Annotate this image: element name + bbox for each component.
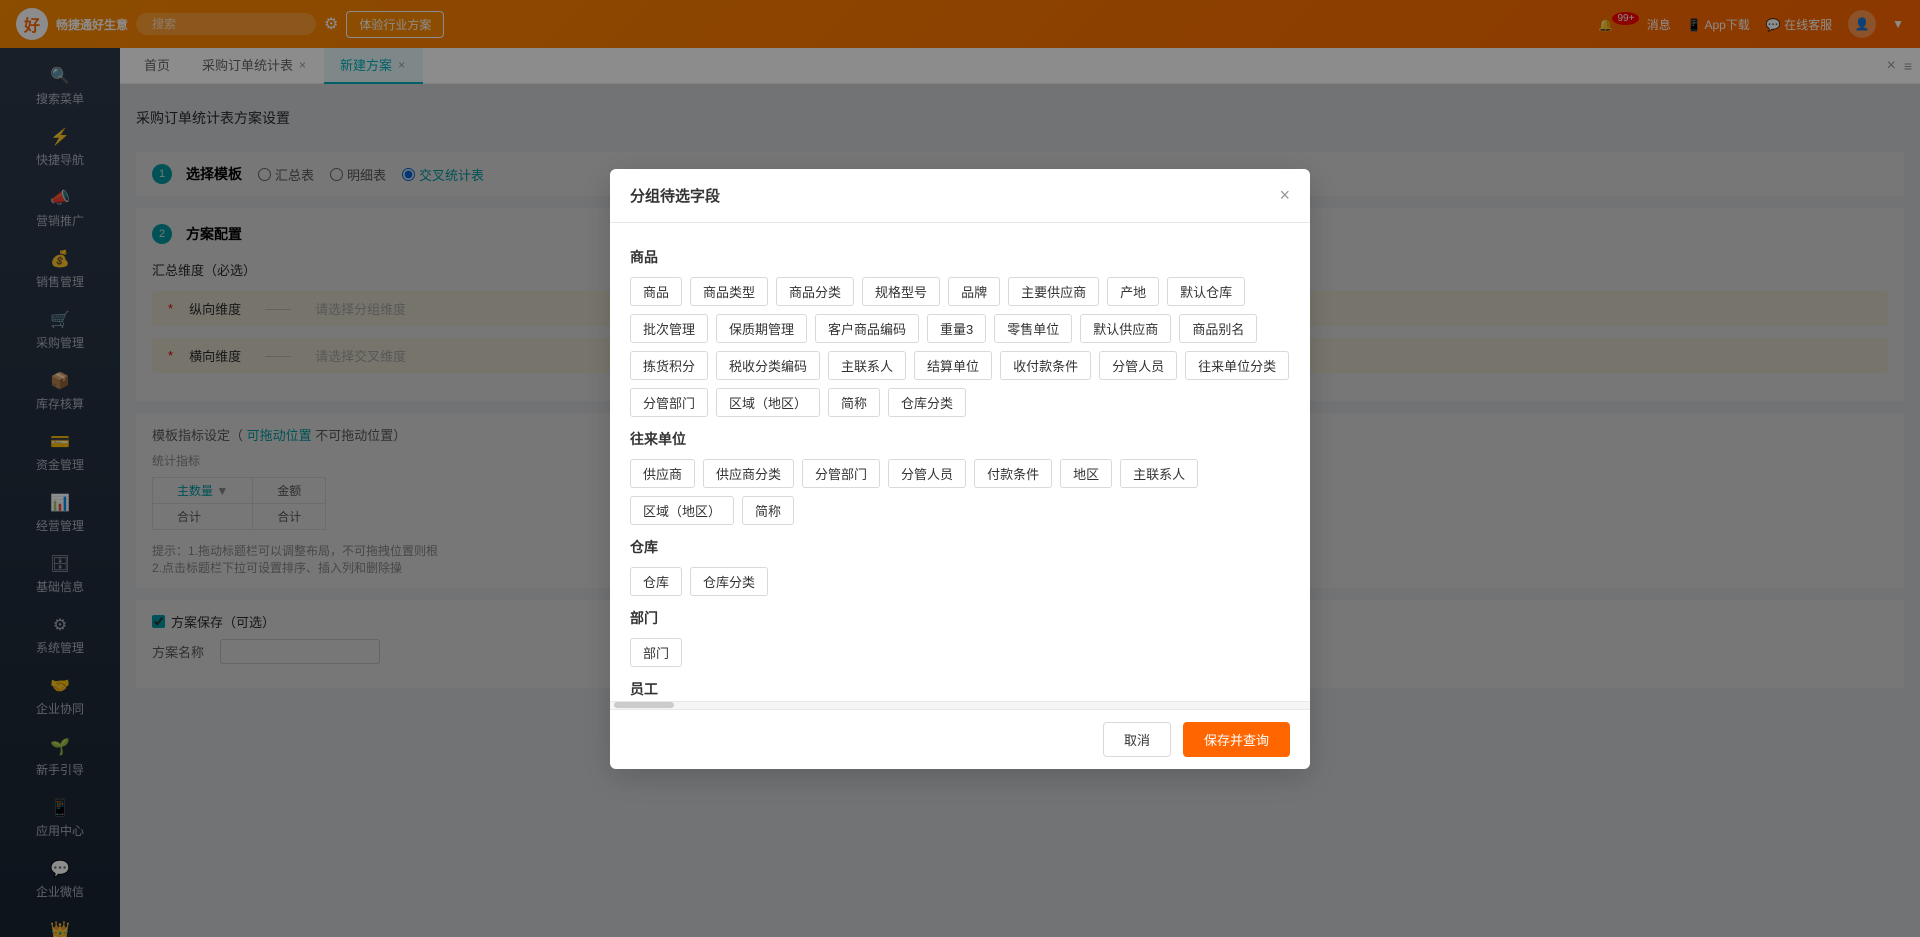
field-brand[interactable]: 品牌 [948,277,1000,306]
modal: 分组待选字段 × 商品 商品 商品类型 商品分类 规格型号 品牌 主要供应商 产… [610,169,1310,769]
field-warehouse-cat[interactable]: 仓库分类 [888,388,966,417]
field-goods-type[interactable]: 商品类型 [690,277,768,306]
field-main-contact[interactable]: 主联系人 [828,351,906,380]
modal-title: 分组待选字段 [630,185,720,206]
modal-footer: 取消 保存并查询 [610,709,1310,769]
section-title-goods: 商品 [630,247,1290,267]
section-title-dept: 部门 [630,608,1290,628]
field-tax-code[interactable]: 税收分类编码 [716,351,820,380]
field-origin[interactable]: 产地 [1107,277,1159,306]
section-title-warehouse: 仓库 [630,537,1290,557]
field-payment-terms[interactable]: 收付款条件 [1000,351,1091,380]
section-title-bizunit: 往来单位 [630,429,1290,449]
field-main-supplier[interactable]: 主要供应商 [1008,277,1099,306]
bizunit-fields: 供应商 供应商分类 分管部门 分管人员 付款条件 地区 主联系人 区域（地区） … [630,459,1290,525]
field-goods[interactable]: 商品 [630,277,682,306]
modal-header: 分组待选字段 × [610,169,1310,223]
field-dept-biz[interactable]: 分管部门 [802,459,880,488]
hscroll-thumb [614,702,674,708]
field-settle-unit[interactable]: 结算单位 [914,351,992,380]
field-area-biz[interactable]: 地区 [1060,459,1112,488]
field-abbr-goods[interactable]: 简称 [828,388,880,417]
field-person-biz[interactable]: 分管人员 [888,459,966,488]
field-dept-charge[interactable]: 分管部门 [630,388,708,417]
field-contact-biz[interactable]: 主联系人 [1120,459,1198,488]
field-abbr-biz[interactable]: 简称 [742,496,794,525]
field-warehouse-category[interactable]: 仓库分类 [690,567,768,596]
field-spec-type[interactable]: 规格型号 [862,277,940,306]
warehouse-fields: 仓库 仓库分类 [630,567,1290,596]
modal-body: 商品 商品 商品类型 商品分类 规格型号 品牌 主要供应商 产地 默认仓库 批次… [610,223,1310,701]
modal-overlay: 分组待选字段 × 商品 商品 商品类型 商品分类 规格型号 品牌 主要供应商 产… [0,0,1920,937]
field-weight[interactable]: 重量3 [927,314,986,343]
cancel-button[interactable]: 取消 [1103,722,1171,757]
field-supplier-cat[interactable]: 供应商分类 [703,459,794,488]
save-query-button[interactable]: 保存并查询 [1183,722,1290,757]
field-warehouse[interactable]: 仓库 [630,567,682,596]
field-payment-cond[interactable]: 付款条件 [974,459,1052,488]
field-region-goods[interactable]: 区域（地区） [716,388,820,417]
field-region-biz[interactable]: 区域（地区） [630,496,734,525]
goods-fields: 商品 商品类型 商品分类 规格型号 品牌 主要供应商 产地 默认仓库 批次管理 … [630,277,1290,417]
field-customer-code[interactable]: 客户商品编码 [815,314,919,343]
field-default-supplier[interactable]: 默认供应商 [1080,314,1171,343]
dept-fields: 部门 [630,638,1290,667]
field-biz-unit-cat[interactable]: 往来单位分类 [1185,351,1289,380]
field-supplier[interactable]: 供应商 [630,459,695,488]
section-title-staff: 员工 [630,679,1290,699]
field-alias[interactable]: 商品别名 [1179,314,1257,343]
field-dept[interactable]: 部门 [630,638,682,667]
field-shelf-life[interactable]: 保质期管理 [716,314,807,343]
modal-hscroll[interactable] [610,701,1310,709]
field-manager[interactable]: 分管人员 [1099,351,1177,380]
field-pick-points[interactable]: 拣货积分 [630,351,708,380]
field-batch-mgmt[interactable]: 批次管理 [630,314,708,343]
field-default-warehouse[interactable]: 默认仓库 [1167,277,1245,306]
modal-close-btn[interactable]: × [1279,186,1290,204]
field-goods-category[interactable]: 商品分类 [776,277,854,306]
field-retail-unit[interactable]: 零售单位 [994,314,1072,343]
